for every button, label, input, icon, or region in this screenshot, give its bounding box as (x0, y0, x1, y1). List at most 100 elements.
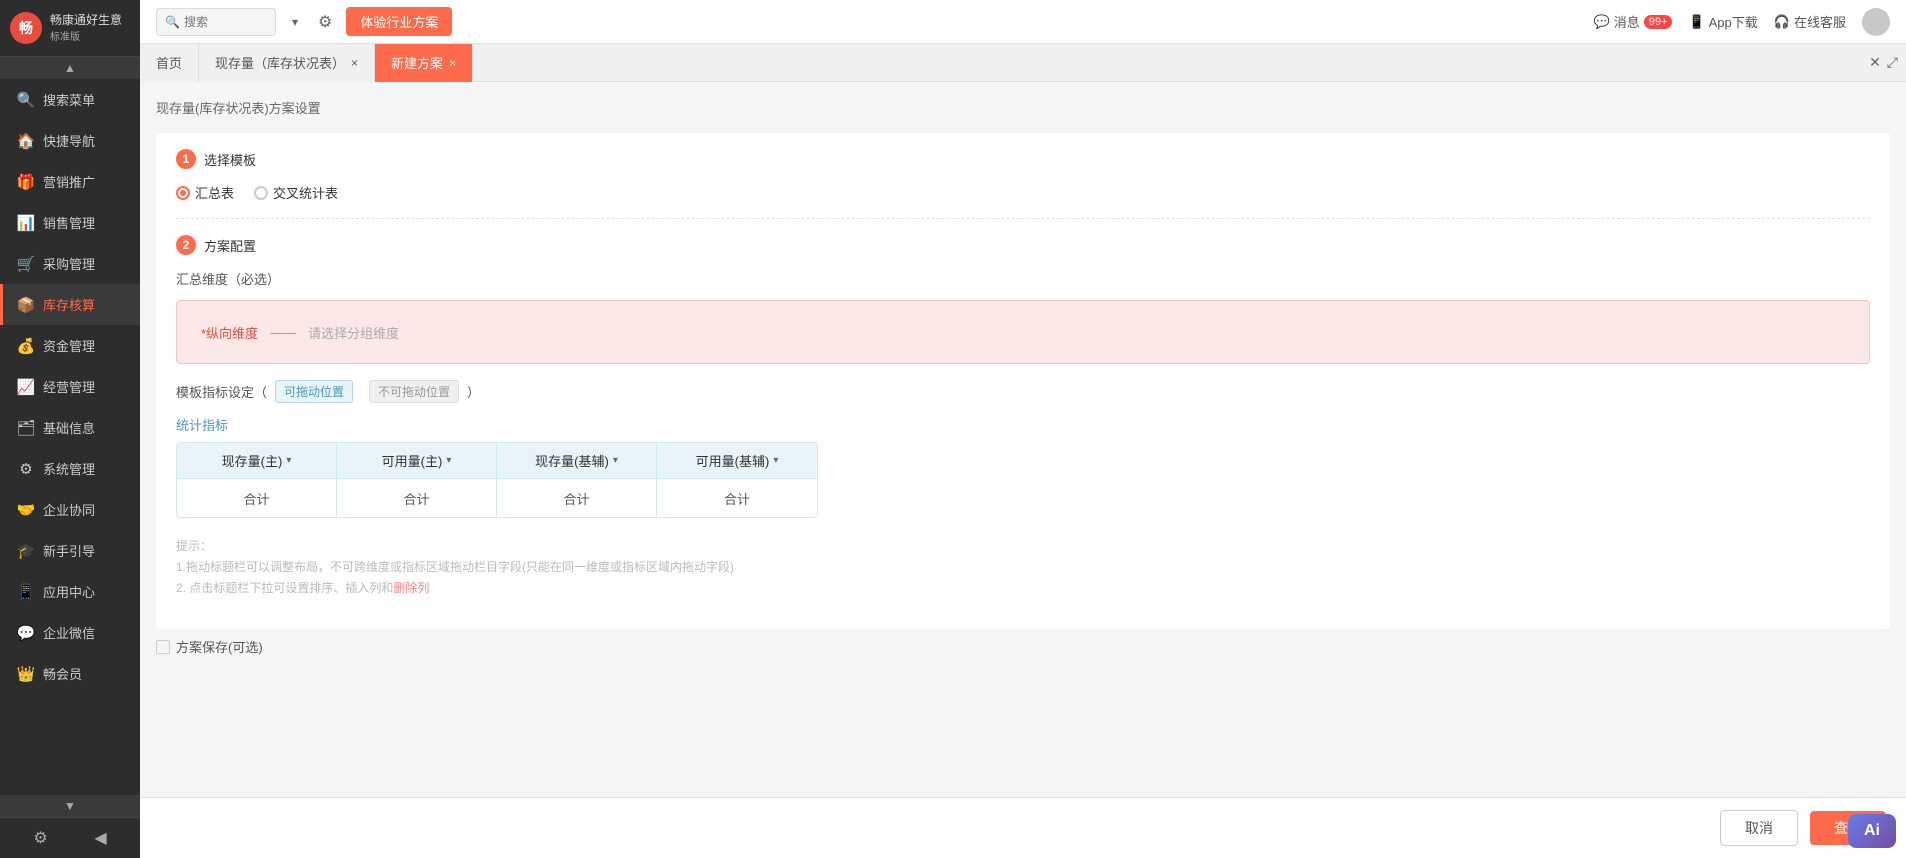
sidebar-item-wechat[interactable]: 💬 企业微信 (0, 612, 140, 653)
sidebar-item-shortcut[interactable]: 🏠 快捷导航 (0, 120, 140, 161)
tab-inventory-status-label: 现存量（库存状况表） (215, 53, 345, 72)
stats-col-header-1[interactable]: 可用量(主) ▾ (337, 443, 496, 479)
message-label: 消息 (1614, 12, 1640, 31)
topbar-app-download[interactable]: 📱 App下载 (1688, 12, 1757, 31)
sidebar-item-business[interactable]: 📈 经营管理 (0, 366, 140, 407)
sidebar-item-newbie[interactable]: 🎓 新手引导 (0, 530, 140, 571)
tab-new-scheme-label: 新建方案 (391, 53, 443, 72)
message-icon: 💬 (1594, 14, 1610, 30)
money-icon: 💰 (17, 337, 35, 355)
app-name: 畅康通好生意 (50, 13, 122, 29)
indicator-end: ） (467, 382, 480, 401)
radio-cross[interactable]: 交叉统计表 (254, 183, 338, 202)
save-scheme-row: 方案保存(可选) (156, 637, 1890, 656)
sidebar-item-basic[interactable]: 🗂 基础信息 (0, 407, 140, 448)
stats-col-header-label-2: 现存量(基辅) (535, 451, 609, 470)
sidebar-item-search[interactable]: 🔍 搜索菜单 (0, 79, 140, 120)
sidebar-nav: 🔍 搜索菜单 🏠 快捷导航 🎁 营销推广 📊 销售管理 🛒 采购管理 📦 库存核… (0, 79, 140, 795)
topbar-dropdown-button[interactable]: ▾ (286, 13, 304, 31)
topbar: 🔍 ▾ ⚙ 体验行业方案 💬 消息 99+ 📱 App下载 🎧 在线客服 (140, 0, 1906, 44)
headset-icon: 🎧 (1774, 14, 1790, 30)
sidebar-item-inventory[interactable]: 📦 库存核算 (0, 284, 140, 325)
tab-close-all-button[interactable]: ✕ (1869, 54, 1881, 71)
sidebar-item-label: 经营管理 (43, 377, 95, 396)
radio-summary[interactable]: 汇总表 (176, 183, 234, 202)
sidebar-item-finance[interactable]: 💰 资金管理 (0, 325, 140, 366)
footer-bar: 取消 查询 (140, 797, 1906, 858)
graduate-icon: 🎓 (17, 542, 35, 560)
app-icon: 📱 (1688, 14, 1704, 30)
tab-home[interactable]: 首页 (140, 44, 199, 82)
search-input[interactable] (184, 15, 264, 29)
cancel-button[interactable]: 取消 (1720, 810, 1798, 846)
tab-home-label: 首页 (156, 53, 182, 72)
search-icon: 🔍 (17, 91, 35, 109)
chevron-down-icon-1: ▾ (446, 455, 451, 466)
sidebar: 畅 畅康通好生意 标准版 ▲ 🔍 搜索菜单 🏠 快捷导航 🎁 营销推广 📊 销售… (0, 0, 140, 858)
ai-fab-button[interactable]: Ai (1848, 814, 1896, 848)
content-area: 现存量(库存状况表)方案设置 1 选择模板 汇总表 交叉统计表 2 (140, 82, 1906, 797)
sidebar-logo: 畅 畅康通好生意 标准版 (0, 0, 140, 57)
tab-new-scheme-close[interactable]: × (449, 56, 456, 70)
topbar-message[interactable]: 💬 消息 99+ (1594, 12, 1673, 31)
stats-col-header-0[interactable]: 现存量(主) ▾ (177, 443, 336, 479)
tab-new-scheme[interactable]: 新建方案 × (375, 44, 473, 82)
sidebar-collapse-icon[interactable]: ◀ (94, 828, 106, 848)
stats-col-body-3: 合计 (657, 479, 817, 517)
dimension-box[interactable]: *纵向维度 —— 请选择分组维度 (176, 300, 1870, 364)
stats-col-2: 现存量(基辅) ▾ 合计 (497, 443, 657, 517)
radio-cross-label: 交叉统计表 (273, 183, 338, 202)
sidebar-scroll-up[interactable]: ▲ (0, 57, 140, 79)
sidebar-item-label: 采购管理 (43, 254, 95, 273)
tip-text-0: 1.拖动标题栏可以调整布局，不可跨维度或指标区域拖动栏目字段(只能在同一维度或指… (176, 560, 734, 574)
sidebar-item-marketing[interactable]: 🎁 营销推广 (0, 161, 140, 202)
sidebar-item-apps[interactable]: 📱 应用中心 (0, 571, 140, 612)
indicator-settings-text: 模板指标设定（ (176, 382, 267, 401)
sidebar-item-member[interactable]: 👑 畅会员 (0, 653, 140, 694)
sidebar-item-label: 搜索菜单 (43, 90, 95, 109)
folder-icon: 🗂 (17, 419, 35, 437)
sidebar-item-label: 新手引导 (43, 541, 95, 560)
stats-col-body-1: 合计 (337, 479, 496, 517)
stats-col-header-3[interactable]: 可用量(基辅) ▾ (657, 443, 817, 479)
topbar-search-box[interactable]: 🔍 (156, 8, 276, 36)
sidebar-item-system[interactable]: ⚙ 系统管理 (0, 448, 140, 489)
topbar-gear-icon[interactable]: ⚙ (314, 8, 336, 36)
chevron-down-icon-2: ▾ (613, 455, 618, 466)
sidebar-item-label: 畅会员 (43, 664, 82, 683)
stats-col-body-2: 合计 (497, 479, 656, 517)
sidebar-item-label: 系统管理 (43, 459, 95, 478)
sidebar-item-sales[interactable]: 📊 销售管理 (0, 202, 140, 243)
sidebar-item-label: 企业协同 (43, 500, 95, 519)
save-scheme-checkbox[interactable] (156, 640, 170, 654)
sidebar-footer: ⚙ ◀ (0, 817, 140, 858)
step2-header: 2 方案配置 (176, 235, 1870, 255)
sidebar-item-label: 基础信息 (43, 418, 95, 437)
radio-summary-circle (176, 186, 190, 200)
trending-icon: 📈 (17, 378, 35, 396)
sidebar-item-label: 营销推广 (43, 172, 95, 191)
trial-industry-button[interactable]: 体验行业方案 (346, 7, 452, 36)
indicator-draggable-tag: 可拖动位置 (275, 380, 353, 403)
user-avatar[interactable] (1862, 8, 1890, 36)
sidebar-scroll-down[interactable]: ▼ (0, 795, 140, 817)
stats-col-header-2[interactable]: 现存量(基辅) ▾ (497, 443, 656, 479)
sidebar-item-label: 销售管理 (43, 213, 95, 232)
handshake-icon: 🤝 (17, 501, 35, 519)
app-edition: 标准版 (50, 28, 122, 43)
step1-title: 选择模板 (204, 150, 256, 169)
tab-inventory-status[interactable]: 现存量（库存状况表） × (199, 44, 375, 82)
app-logo-icon: 畅 (10, 12, 42, 44)
tab-expand-button[interactable]: ⤢ (1887, 54, 1898, 71)
tabs-bar: 首页 现存量（库存状况表） × 新建方案 × ✕ ⤢ (140, 44, 1906, 82)
sidebar-item-company[interactable]: 🤝 企业协同 (0, 489, 140, 530)
search-icon-small: 🔍 (165, 15, 180, 29)
sidebar-item-purchase[interactable]: 🛒 采购管理 (0, 243, 140, 284)
sidebar-settings-icon[interactable]: ⚙ (33, 828, 47, 848)
radio-cross-circle (254, 186, 268, 200)
tab-inventory-status-close[interactable]: × (351, 56, 358, 70)
box-icon: 📦 (17, 296, 35, 314)
stats-table-header: 现存量(主) ▾ 合计 可用量(主) ▾ 合计 (177, 443, 817, 517)
topbar-online-service[interactable]: 🎧 在线客服 (1774, 12, 1846, 31)
step1-header: 1 选择模板 (176, 149, 1870, 169)
